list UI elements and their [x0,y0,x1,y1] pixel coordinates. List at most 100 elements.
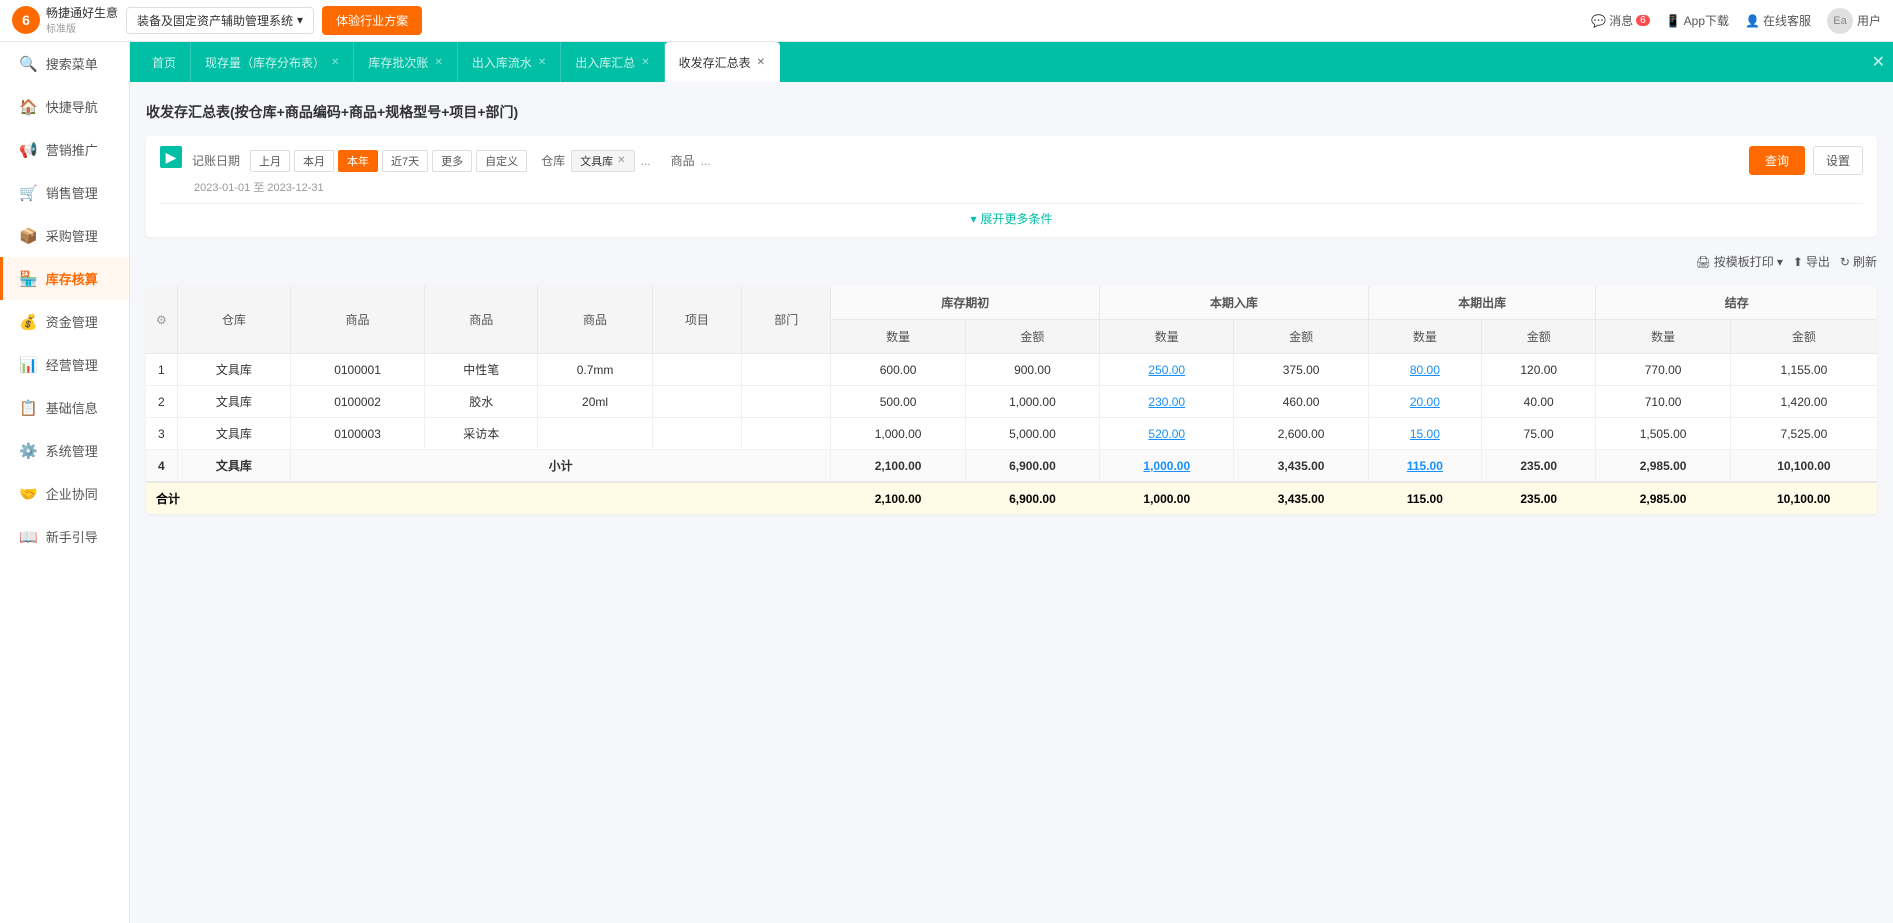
warehouse-tag-remove[interactable]: ✕ [617,155,625,166]
sidebar-item-search[interactable]: 🔍 搜索菜单 [0,42,129,85]
home-icon: 🏠 [19,98,38,116]
total-bal-amt: 10,100.00 [1730,482,1877,514]
tab-close-batch[interactable]: ✕ [434,57,442,68]
sidebar-item-finance[interactable]: 💰 资金管理 [0,300,129,343]
row-out-amt: 40.00 [1481,386,1595,418]
message-badge: 6 [1636,15,1650,26]
online-service-link[interactable]: 👤 在线客服 [1745,12,1811,29]
tab-stock-dist[interactable]: 现存量（库存分布表） ✕ [191,42,354,82]
warehouse-tag[interactable]: 文具库 ✕ [571,150,634,172]
sidebar-item-guide[interactable]: 📖 新手引导 [0,515,129,558]
tab-recv-send[interactable]: 收发存汇总表 ✕ [665,42,780,82]
sidebar-item-inventory[interactable]: 🏪 库存核算 [0,257,129,300]
product-label: 商品 [671,152,695,169]
page-content: 收发存汇总表(按仓库+商品编码+商品+规格型号+项目+部门) ▶ 记账日期 上月… [130,82,1893,923]
tab-inout-flow[interactable]: 出入库流水 ✕ [458,42,561,82]
print-button[interactable]: 🖨 按模板打印 ▾ [1696,253,1783,270]
tab-home[interactable]: 首页 [138,42,191,82]
row-in-qty[interactable]: 250.00 [1100,354,1234,386]
date-btn-prev-month[interactable]: 上月 [250,150,290,172]
total-in-amt: 3,435.00 [1234,482,1368,514]
sales-icon: 🛒 [19,184,38,202]
date-btn-more[interactable]: 更多 [432,150,472,172]
th-in: 本期入库 [1100,286,1369,320]
subtotal-out-qty[interactable]: 115.00 [1368,450,1481,483]
date-btn-curr-year[interactable]: 本年 [338,150,378,172]
sidebar-item-operations[interactable]: 📊 经营管理 [0,343,129,386]
tab-inout-summary[interactable]: 出入库汇总 ✕ [561,42,664,82]
query-button[interactable]: 查询 [1749,146,1805,175]
row-dept [742,418,831,450]
row-seq: 3 [146,418,177,450]
th-project: 项目 [652,286,741,354]
sidebar-item-marketing[interactable]: 📢 营销推广 [0,128,129,171]
row-in-qty[interactable]: 230.00 [1100,386,1234,418]
row-open-qty: 600.00 [831,354,965,386]
brand-sub: 标准版 [46,20,118,35]
export-button[interactable]: ⬆ 导出 [1793,253,1830,270]
system-name[interactable]: 装备及固定资产辅助管理系统 ▾ [126,7,314,34]
row-in-qty[interactable]: 520.00 [1100,418,1234,450]
sidebar-item-system[interactable]: ⚙️ 系统管理 [0,429,129,472]
subtotal-warehouse: 文具库 [177,450,290,483]
row-code: 0100003 [290,418,424,450]
user-menu[interactable]: Ea 用户 [1827,8,1881,34]
message-icon: 💬 [1591,14,1606,28]
sidebar-item-corp[interactable]: 🤝 企业协同 [0,472,129,515]
tab-close-stock-dist[interactable]: ✕ [331,57,339,68]
row-bal-qty: 770.00 [1596,354,1730,386]
row-out-qty[interactable]: 15.00 [1368,418,1481,450]
th-settings[interactable]: ⚙ [146,286,177,354]
chevron-down-icon: ▾ [970,212,976,226]
th-balance: 结存 [1596,286,1877,320]
subtotal-in-qty[interactable]: 1,000.00 [1100,450,1234,483]
total-open-amt: 6,900.00 [965,482,1099,514]
tab-bar-close-all[interactable]: ✕ [1872,52,1885,72]
date-btn-curr-month[interactable]: 本月 [294,150,334,172]
operations-icon: 📊 [19,356,38,374]
date-btn-custom[interactable]: 自定义 [476,150,527,172]
row-code: 0100002 [290,386,424,418]
row-out-qty[interactable]: 80.00 [1368,354,1481,386]
service-icon: 👤 [1745,14,1760,28]
tab-close-inout-flow[interactable]: ✕ [538,57,546,68]
setting-button[interactable]: 设置 [1813,146,1863,175]
th-bal-qty: 数量 [1596,320,1730,354]
row-name: 胶水 [425,386,538,418]
refresh-button[interactable]: ↻ 刷新 [1840,253,1877,270]
row-open-qty: 1,000.00 [831,418,965,450]
row-out-qty[interactable]: 20.00 [1368,386,1481,418]
th-in-qty: 数量 [1100,320,1234,354]
row-bal-qty: 1,505.00 [1596,418,1730,450]
th-in-amt: 金额 [1234,320,1368,354]
sidebar-item-sales[interactable]: 🛒 销售管理 [0,171,129,214]
table-row: 1 文具库 0100001 中性笔 0.7mm 600.00 900.00 25… [146,354,1877,386]
tab-close-recv-send[interactable]: ✕ [757,57,765,68]
avatar: Ea [1827,8,1853,34]
sidebar-item-basic[interactable]: 📋 基础信息 [0,386,129,429]
sidebar-item-quicknav[interactable]: 🏠 快捷导航 [0,85,129,128]
row-open-amt: 5,000.00 [965,418,1099,450]
export-icon: ⬆ [1793,255,1803,269]
product-more[interactable]: ... [701,154,711,168]
message-link[interactable]: 💬 消息 6 [1591,12,1650,29]
tab-close-inout-summary[interactable]: ✕ [641,57,649,68]
subtotal-open-amt: 6,900.00 [965,450,1099,483]
total-open-qty: 2,100.00 [831,482,965,514]
page-title: 收发存汇总表(按仓库+商品编码+商品+规格型号+项目+部门) [146,94,1877,126]
trial-button[interactable]: 体验行业方案 [322,6,422,35]
filter-toggle[interactable]: ▶ [160,146,182,168]
expand-more-button[interactable]: ▾ 展开更多条件 [970,210,1052,227]
main-layout: 🔍 搜索菜单 🏠 快捷导航 📢 营销推广 🛒 销售管理 📦 采购管理 🏪 库存核… [0,42,1893,923]
row-spec: 0.7mm [538,354,652,386]
row-open-amt: 1,000.00 [965,386,1099,418]
search-icon: 🔍 [19,55,38,73]
sidebar-item-purchase[interactable]: 📦 采购管理 [0,214,129,257]
app-download-link[interactable]: 📱 App下载 [1666,12,1729,29]
row-name: 采访本 [425,418,538,450]
inventory-icon: 🏪 [19,270,38,288]
tab-batch[interactable]: 库存批次账 ✕ [354,42,457,82]
warehouse-more[interactable]: ... [641,154,651,168]
table-row: 3 文具库 0100003 采访本 1,000.00 5,000.00 520.… [146,418,1877,450]
date-btn-7days[interactable]: 近7天 [382,150,428,172]
